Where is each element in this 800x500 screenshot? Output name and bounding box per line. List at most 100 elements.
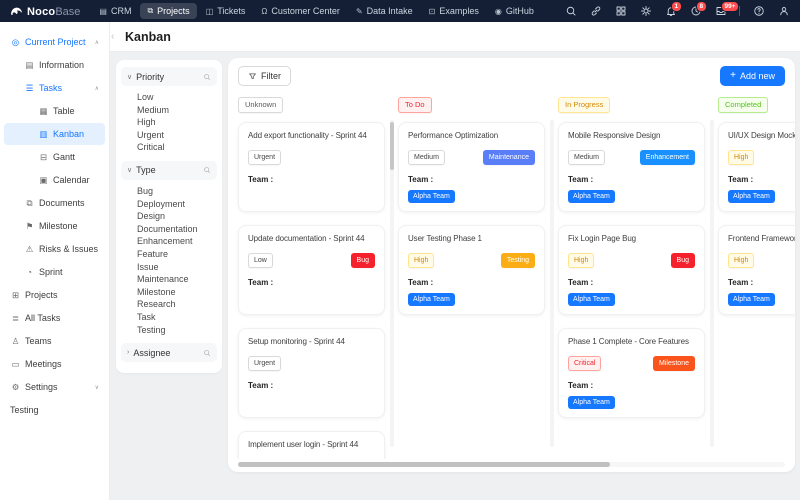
filter-option-deployment[interactable]: Deployment	[121, 198, 217, 211]
sidebar-item-settings[interactable]: ⚙ Settings ∨	[4, 376, 105, 398]
filter-section-header-left: › Assignee	[127, 348, 170, 358]
filter-option-critical[interactable]: Critical	[121, 141, 217, 154]
history-icon[interactable]: 8	[689, 0, 707, 18]
filter-option-low[interactable]: Low	[121, 91, 217, 104]
gear-icon[interactable]	[639, 5, 652, 18]
apps-icon[interactable]	[614, 5, 627, 18]
type-tag: Milestone	[653, 355, 695, 371]
priority-tag: Low	[248, 252, 273, 268]
kanban-card[interactable]: Implement user login - Sprint 44MediumTe…	[238, 430, 385, 459]
sidebar-item-label: Current Project	[25, 37, 86, 47]
column-cards: Mobile Responsive Design Medium Enhancemen…	[558, 121, 705, 418]
search-small-icon[interactable]	[203, 73, 211, 81]
sidebar-item-documents[interactable]: ⧉ Documents	[4, 192, 105, 214]
sidebar-item-tasks[interactable]: ☰ Tasks ∧	[4, 77, 105, 99]
notification-badge: 99+	[721, 0, 740, 12]
list-icon: ≣	[11, 312, 20, 323]
nav-item-label: Examples	[439, 6, 479, 16]
column-header-unknown: Unknown	[238, 96, 284, 113]
chevron-up-icon: ∧	[94, 39, 99, 46]
sidebar-item-current-project[interactable]: ◎ Current Project ∧	[4, 31, 105, 53]
link-icon[interactable]	[589, 5, 602, 18]
sidebar-item-teams[interactable]: ♙ Teams	[4, 330, 105, 352]
filter-option-milestone[interactable]: Milestone	[121, 286, 217, 299]
sidebar-item-table[interactable]: ▦ Table	[4, 100, 105, 122]
priority-tag: Critical	[568, 355, 602, 371]
column-scrollbar-thumb[interactable]	[390, 122, 394, 170]
priority-tag: High	[728, 252, 755, 268]
notification-bell-icon[interactable]: 1	[664, 0, 682, 18]
filter-option-task[interactable]: Task	[121, 311, 217, 324]
kanban-card[interactable]: Mobile Responsive Design Medium Enhancemen…	[558, 121, 705, 212]
nav-item-github[interactable]: ◉ GitHub	[488, 3, 541, 19]
help-icon[interactable]	[752, 5, 765, 18]
filter-section-priority[interactable]: ∨ Priority	[121, 67, 217, 86]
sidebar-item-calendar[interactable]: ▣ Calendar	[4, 169, 105, 191]
filter-option-design[interactable]: Design	[121, 210, 217, 223]
filter-option-enhancement[interactable]: Enhancement	[121, 235, 217, 248]
gear-icon: ⚙	[11, 381, 20, 392]
filter-option-medium[interactable]: Medium	[121, 104, 217, 117]
kanban-card[interactable]: Update documentation - Sprint 44 Low Bug Te…	[238, 224, 385, 315]
search-small-icon[interactable]	[203, 349, 211, 357]
team-tags	[248, 396, 375, 409]
team-tags: Alpha Team	[728, 292, 795, 306]
horizontal-scrollbar-thumb[interactable]	[238, 461, 610, 467]
card-tag-row: High Testing	[408, 252, 535, 268]
team-tag: Alpha Team	[408, 189, 455, 203]
filter-option-documentation[interactable]: Documentation	[121, 223, 217, 236]
kanban-card[interactable]: Setup monitoring - Sprint 44 Urgent Team :	[238, 327, 385, 418]
sidebar-item-all-tasks[interactable]: ≣ All Tasks	[4, 307, 105, 329]
nav-item-crm[interactable]: ▤ CRM	[92, 3, 138, 19]
add-new-button[interactable]: + Add new	[720, 66, 785, 86]
kanban-card[interactable]: UI/UX Design Mockups High Team : Alpha Team	[718, 121, 795, 212]
kanban-column-completed: Completed UI/UX Design Mockups High Team : A…	[718, 94, 795, 459]
filter-section-type[interactable]: ∨ Type	[121, 160, 217, 180]
filter-option-high[interactable]: High	[121, 116, 217, 129]
nav-item-data-intake[interactable]: ✎ Data Intake	[349, 3, 420, 19]
card-tag-row: Critical Milestone	[568, 355, 695, 371]
kanban-icon: ▥	[39, 128, 48, 139]
filter-option-maintenance[interactable]: Maintenance	[121, 273, 217, 286]
kanban-card[interactable]: Frontend Framework High Team : Alpha Team	[718, 224, 795, 315]
sidebar-item-milestone[interactable]: ⚑ Milestone	[4, 215, 105, 237]
sidebar-item-risks-issues[interactable]: ⚠ Risks & Issues	[4, 238, 105, 260]
kanban-card[interactable]: Fix Login Page Bug High Bug Team : Alpha Tea…	[558, 224, 705, 315]
chevron-down-icon: ∨	[127, 73, 133, 81]
sidebar-item-meetings[interactable]: ▭ Meetings	[4, 353, 105, 375]
sidebar-item-label: Milestone	[39, 221, 78, 231]
priority-tag: Medium	[568, 149, 605, 165]
sidebar-collapse-icon[interactable]: ‹	[111, 31, 114, 42]
filter-button[interactable]: Filter	[238, 66, 291, 86]
sidebar-item-information[interactable]: ▤ Information	[4, 54, 105, 76]
sidebar-item-testing[interactable]: Testing	[4, 399, 105, 421]
card-tag-row: Urgent	[248, 355, 375, 371]
nav-item-customer-center[interactable]: Ω Customer Center	[254, 3, 347, 19]
nav-item-projects[interactable]: ⧉ Projects	[140, 3, 197, 19]
sidebar-item-projects[interactable]: ⊞ Projects	[4, 284, 105, 306]
team-label: Team :	[248, 277, 274, 287]
filter-option-urgent[interactable]: Urgent	[121, 129, 217, 142]
nav-item-examples[interactable]: ⊡ Examples	[422, 3, 486, 19]
user-icon[interactable]	[777, 5, 790, 18]
filter-option-issue[interactable]: Issue	[121, 261, 217, 274]
kanban-card[interactable]: Add export functionality - Sprint 44 Urge…	[238, 121, 385, 212]
kanban-card[interactable]: User Testing Phase 1 High Testing Team : Alp…	[398, 224, 545, 315]
filter-option-research[interactable]: Research	[121, 298, 217, 311]
type-tag: Bug	[670, 252, 695, 268]
filter-option-bug[interactable]: Bug	[121, 185, 217, 198]
filter-option-feature[interactable]: Feature	[121, 248, 217, 261]
sidebar-item-sprint[interactable]: ◔ Sprint	[4, 261, 105, 283]
kanban-card[interactable]: Phase 1 Complete - Core Features Critical…	[558, 327, 705, 418]
sidebar-item-kanban[interactable]: ▥ Kanban	[4, 123, 105, 145]
kanban-card[interactable]: Performance Optimization Medium Maintenanc…	[398, 121, 545, 212]
sidebar-item-gantt[interactable]: ⊟ Gantt	[4, 146, 105, 168]
search-icon[interactable]	[564, 5, 577, 18]
filter-option-testing[interactable]: Testing	[121, 324, 217, 337]
nocobase-logo[interactable]: NocoBase	[10, 2, 80, 20]
nav-item-tickets[interactable]: ◫ Tickets	[199, 3, 253, 19]
board-scroll-area: Unknown Add export functionality - Sprint…	[228, 92, 795, 459]
search-small-icon[interactable]	[203, 166, 211, 174]
filter-section-assignee[interactable]: › Assignee	[121, 343, 217, 363]
inbox-icon[interactable]: 99+	[714, 0, 740, 18]
